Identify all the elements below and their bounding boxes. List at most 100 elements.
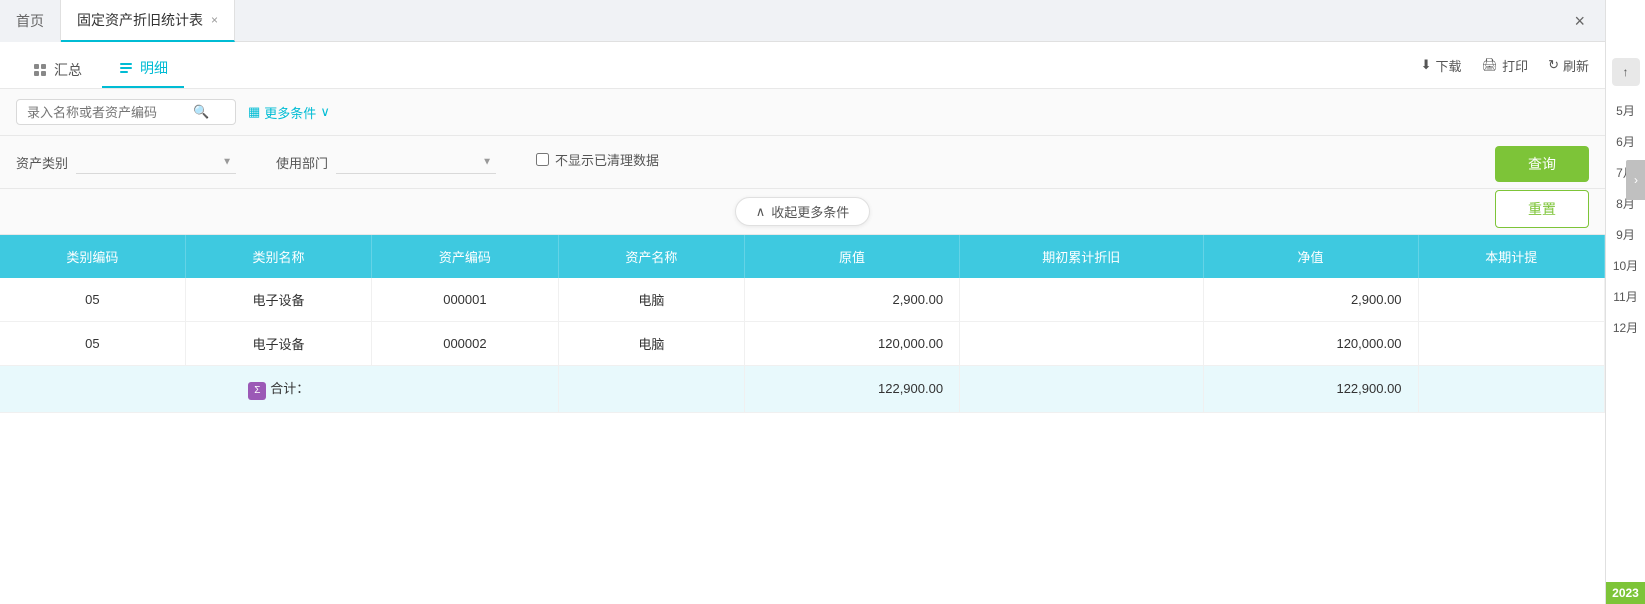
cell-asset-name: 电脑 [558, 322, 744, 366]
col-asset-name: 资产名称 [558, 235, 744, 278]
col-cat-name: 类别名称 [185, 235, 371, 278]
detail-tab-label: 明细 [140, 58, 168, 78]
summary-tab-label: 汇总 [54, 60, 82, 80]
col-net-value: 净值 [1203, 235, 1418, 278]
tab-bar: 首页 固定资产折旧统计表 × × [0, 0, 1605, 42]
asset-type-filter: 资产类别 [16, 150, 236, 174]
asset-type-select-wrap [76, 150, 236, 174]
cell-cat-code: 05 [0, 278, 185, 322]
sidebar-expand-arrow[interactable]: › [1626, 160, 1645, 200]
total-original-value: 122,900.00 [745, 366, 960, 413]
refresh-button[interactable]: ↻ 刷新 [1548, 56, 1589, 75]
detail-tab[interactable]: 明细 [102, 50, 184, 88]
window-close-button[interactable]: × [1554, 0, 1605, 42]
cell-current-period [1418, 322, 1604, 366]
month-12[interactable]: 12月 [1606, 313, 1645, 342]
sub-tab-bar: 汇总 明细 ⬇ 下载 [0, 42, 1605, 89]
detail-icon [118, 60, 134, 76]
search-icon: 🔍 [193, 104, 209, 120]
table-row: 05 电子设备 000002 电脑 120,000.00 120,000.00 [0, 322, 1605, 366]
download-label: 下载 [1436, 56, 1462, 75]
cell-original-value: 2,900.00 [745, 278, 960, 322]
download-button[interactable]: ⬇ 下载 [1421, 56, 1462, 75]
search-input-wrap[interactable]: 🔍 [16, 99, 236, 125]
month-6[interactable]: 6月 [1606, 127, 1645, 156]
table-wrap: 类别编码 类别名称 资产编码 资产名称 原值 期初累计折旧 净值 本期计提 05… [0, 235, 1605, 604]
print-button[interactable]: 🖨 打印 [1482, 56, 1529, 75]
home-tab-label: 首页 [16, 11, 44, 31]
total-icon: Σ [248, 382, 266, 400]
total-current-period [1418, 366, 1604, 413]
year-badge[interactable]: 2023 [1606, 582, 1645, 604]
cell-accumulated-depreciation [960, 278, 1203, 322]
cell-net-value: 2,900.00 [1203, 278, 1418, 322]
hide-cleared-label: 不显示已清理数据 [555, 150, 659, 169]
active-tab-label: 固定资产折旧统计表 [77, 10, 203, 30]
department-select[interactable] [336, 150, 496, 174]
collapse-button[interactable]: ∧ 收起更多条件 [735, 197, 871, 226]
filter-icon: ▦ [248, 104, 260, 120]
search-input[interactable] [27, 105, 187, 120]
reset-button[interactable]: 重置 [1495, 190, 1589, 228]
cell-accumulated-depreciation [960, 322, 1203, 366]
asset-type-label: 资产类别 [16, 153, 68, 172]
total-net-value: 122,900.00 [1203, 366, 1418, 413]
tab-close-icon[interactable]: × [211, 13, 218, 27]
department-label: 使用部门 [276, 153, 328, 172]
filter-area: 资产类别 使用部门 不显示已清理数据 [0, 136, 1605, 189]
print-icon: 🖨 [1482, 57, 1499, 73]
sub-tabs: 汇总 明细 [16, 50, 184, 88]
right-sidebar: › ↑ 5月 6月 7月 8月 9月 10月 11月 12月 2023 [1605, 0, 1645, 604]
department-filter: 使用部门 [276, 150, 496, 174]
collapse-bar: ∧ 收起更多条件 [0, 189, 1605, 235]
asset-type-select[interactable] [76, 150, 236, 174]
cell-asset-code: 000001 [372, 278, 558, 322]
table-row: 05 电子设备 000001 电脑 2,900.00 2,900.00 [0, 278, 1605, 322]
period-nav-up[interactable]: ↑ [1612, 58, 1640, 86]
active-tab[interactable]: 固定资产折旧统计表 × [61, 0, 235, 42]
collapse-label: 收起更多条件 [771, 202, 849, 221]
summary-icon [32, 62, 48, 78]
total-empty [558, 366, 744, 413]
action-bar: ⬇ 下载 🖨 打印 ↻ 刷新 [1421, 56, 1589, 83]
month-5[interactable]: 5月 [1606, 96, 1645, 125]
department-select-wrap [336, 150, 496, 174]
cell-cat-name: 电子设备 [185, 322, 371, 366]
hide-cleared-checkbox-item: 不显示已清理数据 [536, 150, 659, 169]
collapse-up-icon: ∧ [756, 204, 766, 220]
hide-cleared-checkbox[interactable] [536, 153, 549, 166]
table-header-row: 类别编码 类别名称 资产编码 资产名称 原值 期初累计折旧 净值 本期计提 [0, 235, 1605, 278]
refresh-label: 刷新 [1563, 56, 1589, 75]
col-original-value: 原值 [745, 235, 960, 278]
download-icon: ⬇ [1421, 57, 1432, 73]
more-conditions-label: 更多条件 [264, 103, 316, 122]
data-table: 类别编码 类别名称 资产编码 资产名称 原值 期初累计折旧 净值 本期计提 05… [0, 235, 1605, 413]
search-bar: 🔍 ▦ 更多条件 ∨ [0, 89, 1605, 136]
cell-original-value: 120,000.00 [745, 322, 960, 366]
chevron-down-icon: ∨ [320, 104, 330, 120]
cell-cat-name: 电子设备 [185, 278, 371, 322]
col-cat-code: 类别编码 [0, 235, 185, 278]
print-label: 打印 [1502, 56, 1528, 75]
col-current-period: 本期计提 [1418, 235, 1604, 278]
query-button[interactable]: 查询 [1495, 146, 1589, 182]
month-11[interactable]: 11月 [1606, 282, 1645, 311]
cell-current-period [1418, 278, 1604, 322]
more-conditions-button[interactable]: ▦ 更多条件 ∨ [248, 103, 330, 122]
total-accumulated [960, 366, 1203, 413]
cell-cat-code: 05 [0, 322, 185, 366]
month-10[interactable]: 10月 [1606, 251, 1645, 280]
refresh-icon: ↻ [1548, 57, 1559, 73]
cell-asset-name: 电脑 [558, 278, 744, 322]
home-tab[interactable]: 首页 [0, 0, 61, 42]
col-asset-code: 资产编码 [372, 235, 558, 278]
col-accumulated-depreciation: 期初累计折旧 [960, 235, 1203, 278]
summary-tab[interactable]: 汇总 [16, 52, 98, 88]
month-9[interactable]: 9月 [1606, 220, 1645, 249]
filter-buttons: 查询 重置 [1495, 146, 1589, 228]
cell-net-value: 120,000.00 [1203, 322, 1418, 366]
table-total-row: Σ合计： 122,900.00 122,900.00 [0, 366, 1605, 413]
cell-asset-code: 000002 [372, 322, 558, 366]
content-panel: 汇总 明细 ⬇ 下载 [0, 42, 1605, 604]
total-label-cell: Σ合计： [0, 366, 558, 413]
